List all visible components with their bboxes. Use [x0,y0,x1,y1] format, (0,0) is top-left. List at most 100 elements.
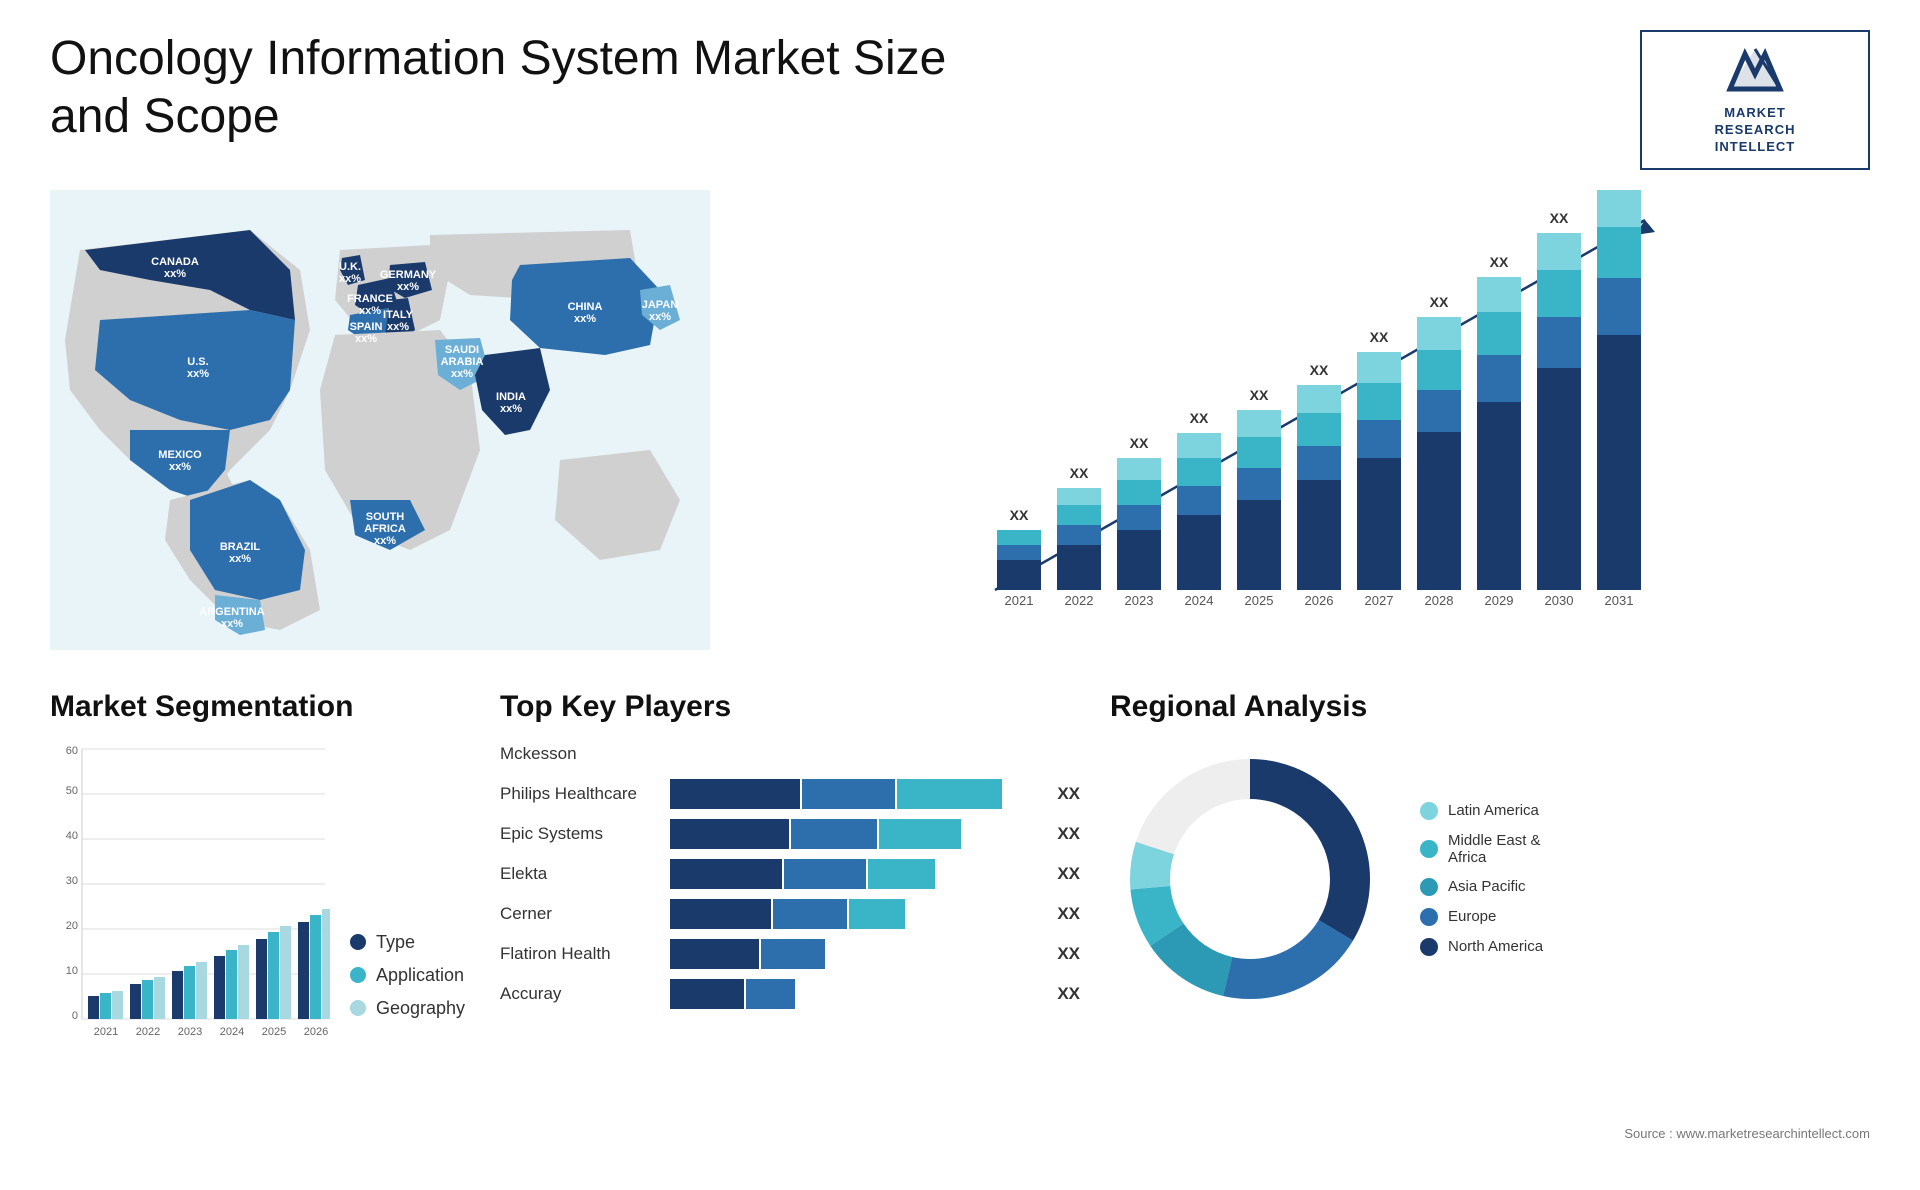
legend-item-geography: Geography [350,998,465,1019]
player-bar-philips [670,779,1042,809]
legend-item-type: Type [350,932,465,953]
svg-text:2022: 2022 [1065,593,1094,608]
legend-north-america: North America [1420,938,1543,956]
legend-dot-type [350,934,366,950]
seg-chart-container: 0 10 20 30 40 50 60 [50,739,470,1049]
legend-label-geography: Geography [376,998,465,1019]
svg-text:XX: XX [1250,387,1269,403]
legend-asia-pacific: Asia Pacific [1420,878,1543,896]
logo-text: MARKET RESEARCH INTELLECT [1715,105,1796,156]
svg-text:xx%: xx% [355,333,377,345]
svg-text:XX: XX [1550,210,1569,226]
svg-text:2025: 2025 [1245,593,1274,608]
svg-text:XX: XX [1490,254,1509,270]
svg-text:XX: XX [1310,362,1329,378]
svg-text:XX: XX [1370,329,1389,345]
source-text: Source : www.marketresearchintellect.com [1624,1126,1870,1141]
svg-text:ITALY: ITALY [383,309,414,321]
legend-item-application: Application [350,965,465,986]
svg-text:10: 10 [66,965,78,977]
content-bottom: Market Segmentation 0 10 20 30 40 50 60 [50,690,1870,1190]
svg-text:XX: XX [1130,435,1149,451]
player-row-cerner: Cerner XX [500,899,1080,929]
color-latin-america [1420,802,1438,820]
header: Oncology Information System Market Size … [50,30,1870,170]
svg-text:xx%: xx% [221,618,243,630]
player-name-epic: Epic Systems [500,824,660,844]
bar-seg2 [761,939,824,969]
svg-text:CANADA: CANADA [151,256,199,268]
svg-text:xx%: xx% [387,321,409,333]
svg-text:xx%: xx% [397,281,419,293]
svg-text:JAPAN: JAPAN [642,299,679,311]
svg-text:xx%: xx% [374,535,396,547]
svg-text:ARGENTINA: ARGENTINA [199,606,264,618]
bar-seg1 [670,859,782,889]
svg-text:0: 0 [72,1010,78,1022]
bar-chart-svg: XX 2021 XX 2022 XX 2023 [760,190,1870,650]
logo-box: MARKET RESEARCH INTELLECT [1640,30,1870,170]
svg-text:ARABIA: ARABIA [441,356,484,368]
bar-chart-section: XX 2021 XX 2022 XX 2023 [740,190,1870,670]
svg-text:MEXICO: MEXICO [158,449,202,461]
key-players-title: Top Key Players [500,690,1080,724]
svg-text:FRANCE: FRANCE [347,293,393,305]
svg-text:XX: XX [1430,294,1449,310]
svg-text:xx%: xx% [169,461,191,473]
label-latin-america: Latin America [1448,802,1539,819]
player-bar-flatiron [670,939,1042,969]
player-name-accuray: Accuray [500,984,660,1004]
legend-dot-application [350,967,366,983]
world-map-svg: CANADA xx% U.S. xx% MEXICO xx% BRAZIL xx… [50,190,710,650]
svg-text:XX: XX [1010,507,1029,523]
svg-text:GERMANY: GERMANY [380,269,437,281]
donut-legend: Latin America Middle East &Africa Asia P… [1420,802,1543,956]
player-bar-mckesson [670,739,1065,769]
bar-seg2 [791,819,877,849]
player-row-flatiron: Flatiron Health XX [500,939,1080,969]
player-name-mckesson: Mckesson [500,744,660,764]
key-players-section: Top Key Players Mckesson Philips Healthc… [500,690,1080,1190]
svg-text:2023: 2023 [178,1026,202,1038]
bar-seg2 [784,859,866,889]
svg-text:2028: 2028 [1425,593,1454,608]
page-container: Oncology Information System Market Size … [0,0,1920,1146]
player-bar-cerner [670,899,1042,929]
donut-svg [1110,739,1390,1019]
player-row-accuray: Accuray XX [500,979,1080,1009]
bar-seg3 [868,859,935,889]
bar-seg3 [897,779,1001,809]
legend-middle-east-africa: Middle East &Africa [1420,832,1543,866]
legend-latin-america: Latin America [1420,802,1543,820]
svg-text:xx%: xx% [164,268,186,280]
segmentation-section: Market Segmentation 0 10 20 30 40 50 60 [50,690,470,1190]
seg-chart-svg: 0 10 20 30 40 50 60 [50,739,330,1049]
label-middle-east-africa: Middle East &Africa [1448,832,1541,866]
content-top: CANADA xx% U.S. xx% MEXICO xx% BRAZIL xx… [50,190,1870,670]
svg-text:2029: 2029 [1485,593,1514,608]
svg-text:2021: 2021 [94,1026,118,1038]
color-europe [1420,908,1438,926]
svg-text:50: 50 [66,785,78,797]
svg-text:xx%: xx% [451,368,473,380]
label-europe: Europe [1448,908,1496,925]
legend-europe: Europe [1420,908,1543,926]
svg-text:SOUTH: SOUTH [366,511,405,523]
svg-text:xx%: xx% [229,553,251,565]
svg-text:SPAIN: SPAIN [350,321,383,333]
player-name-flatiron: Flatiron Health [500,944,660,964]
legend-label-type: Type [376,932,415,953]
player-bar-accuray [670,979,1042,1009]
color-north-america [1420,938,1438,956]
legend-dot-geography [350,1000,366,1016]
bar-seg1 [670,779,800,809]
segmentation-title: Market Segmentation [50,690,470,724]
svg-text:30: 30 [66,875,78,887]
player-name-elekta: Elekta [500,864,660,884]
player-name-cerner: Cerner [500,904,660,924]
svg-text:2022: 2022 [136,1026,160,1038]
label-north-america: North America [1448,938,1543,955]
logo-icon [1725,44,1785,99]
svg-text:xx%: xx% [574,313,596,325]
bar-seg1 [670,979,744,1009]
